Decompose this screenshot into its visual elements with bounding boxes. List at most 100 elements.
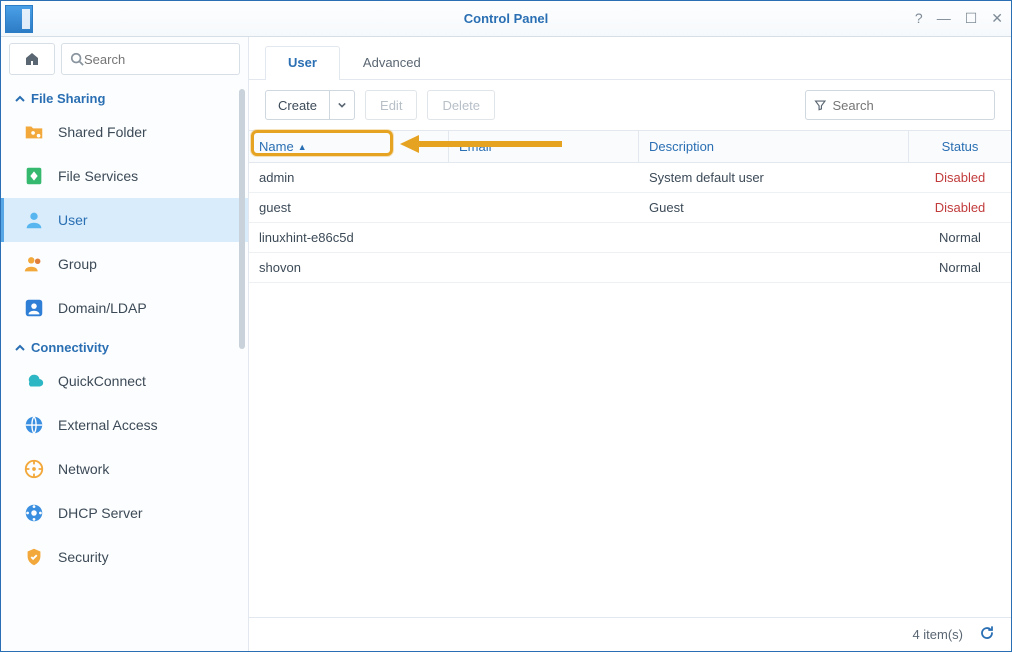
window-controls: ? — ☐ ✕ [915,10,1003,27]
user-icon [22,208,46,232]
sidebar-item-group[interactable]: Group [1,242,248,286]
create-button[interactable]: Create [265,90,355,120]
sidebar-item-label: Network [58,461,109,477]
edit-label: Edit [380,98,402,113]
col-email[interactable]: Email [449,131,639,162]
minimize-icon[interactable]: — [937,10,951,27]
table-search-input[interactable] [833,98,987,113]
sidebar-top-row [1,37,248,81]
sidebar-item-shared-folder[interactable]: Shared Folder [1,110,248,154]
external-access-icon [22,413,46,437]
file-services-icon [22,164,46,188]
sidebar-scrollbar[interactable] [239,89,245,349]
col-description[interactable]: Description [639,131,909,162]
sidebar-item-label: Domain/LDAP [58,300,147,316]
toolbar: Create Edit Delete [249,80,1011,130]
quickconnect-icon [22,369,46,393]
sidebar-item-label: File Services [58,168,138,184]
refresh-button[interactable] [979,625,995,644]
col-status-label: Status [942,139,979,154]
domain-icon [22,296,46,320]
home-icon [24,51,40,67]
delete-button[interactable]: Delete [427,90,495,120]
section-label: Connectivity [31,340,109,355]
sidebar-item-quickconnect[interactable]: QuickConnect [1,359,248,403]
cell-status: Normal [909,230,1011,245]
chevron-up-icon [15,343,25,353]
create-label: Create [266,98,329,113]
group-icon [22,252,46,276]
cell-status: Disabled [909,170,1011,185]
refresh-icon [979,625,995,641]
table-row[interactable]: guest GuestDisabled [249,193,1011,223]
filter-icon [814,98,827,112]
cell-name: admin [249,170,449,185]
sidebar-item-security[interactable]: Security [1,535,248,579]
cell-status: Normal [909,260,1011,275]
table-header: Name ▲ Email Description Status [249,131,1011,163]
col-name-label: Name [259,139,294,154]
control-panel-window: Control Panel ? — ☐ ✕ File Shari [0,0,1012,652]
table-footer: 4 item(s) [249,617,1011,651]
edit-button[interactable]: Edit [365,90,417,120]
titlebar: Control Panel ? — ☐ ✕ [1,1,1011,37]
create-caret[interactable] [329,91,354,119]
cell-name: guest [249,200,449,215]
sidebar-item-dhcp-server[interactable]: DHCP Server [1,491,248,535]
section-header-connectivity[interactable]: Connectivity [15,340,234,355]
col-description-label: Description [649,139,714,154]
sidebar-item-file-services[interactable]: File Services [1,154,248,198]
search-icon [70,52,84,66]
help-icon[interactable]: ? [915,10,923,27]
security-icon [22,545,46,569]
close-icon[interactable]: ✕ [991,10,1003,27]
maximize-icon[interactable]: ☐ [965,10,978,27]
sidebar-search-input[interactable] [84,52,231,67]
section-header-file-sharing[interactable]: File Sharing [15,91,234,106]
sidebar-item-user[interactable]: User [1,198,248,242]
col-email-label: Email [459,139,492,154]
tabs: UserAdvanced [249,37,1011,80]
sidebar-item-network[interactable]: Network [1,447,248,491]
home-button[interactable] [9,43,55,75]
sidebar-item-label: QuickConnect [58,373,146,389]
network-icon [22,457,46,481]
delete-label: Delete [442,98,480,113]
table-row[interactable]: admin System default userDisabled [249,163,1011,193]
cell-name: shovon [249,260,449,275]
col-status[interactable]: Status [909,131,1011,162]
section-connectivity: Connectivity [1,330,248,359]
cell-name: linuxhint-e86c5d [249,230,449,245]
body: File Sharing Shared Folder File Services U… [1,37,1011,651]
dhcp-icon [22,501,46,525]
sidebar-item-label: Shared Folder [58,124,147,140]
app-icon [5,5,33,33]
user-table: Name ▲ Email Description Status admin Syst… [249,130,1011,283]
cell-description: Guest [639,200,909,215]
chevron-up-icon [15,94,25,104]
cell-status: Disabled [909,200,1011,215]
chevron-down-icon [338,101,346,109]
sidebar-item-label: External Access [58,417,158,433]
sidebar-item-label: DHCP Server [58,505,143,521]
sidebar-item-external-access[interactable]: External Access [1,403,248,447]
table-row[interactable]: shovon Normal [249,253,1011,283]
table-search[interactable] [805,90,995,120]
tab-advanced[interactable]: Advanced [340,46,444,80]
sort-asc-icon: ▲ [298,142,307,152]
sidebar-item-label: User [58,212,88,228]
col-name[interactable]: Name ▲ [249,131,449,162]
section-file-sharing: File Sharing [1,81,248,110]
sidebar-item-label: Security [58,549,109,565]
sidebar: File Sharing Shared Folder File Services U… [1,37,249,651]
cell-description: System default user [639,170,909,185]
window-title: Control Panel [464,11,549,26]
sidebar-item-label: Group [58,256,97,272]
sidebar-item-domain-ldap[interactable]: Domain/LDAP [1,286,248,330]
sidebar-search[interactable] [61,43,240,75]
main-panel: UserAdvanced Create Edit Delete [249,37,1011,651]
item-count: 4 item(s) [912,627,963,642]
table-row[interactable]: linuxhint-e86c5d Normal [249,223,1011,253]
section-label: File Sharing [31,91,105,106]
tab-user[interactable]: User [265,46,340,80]
